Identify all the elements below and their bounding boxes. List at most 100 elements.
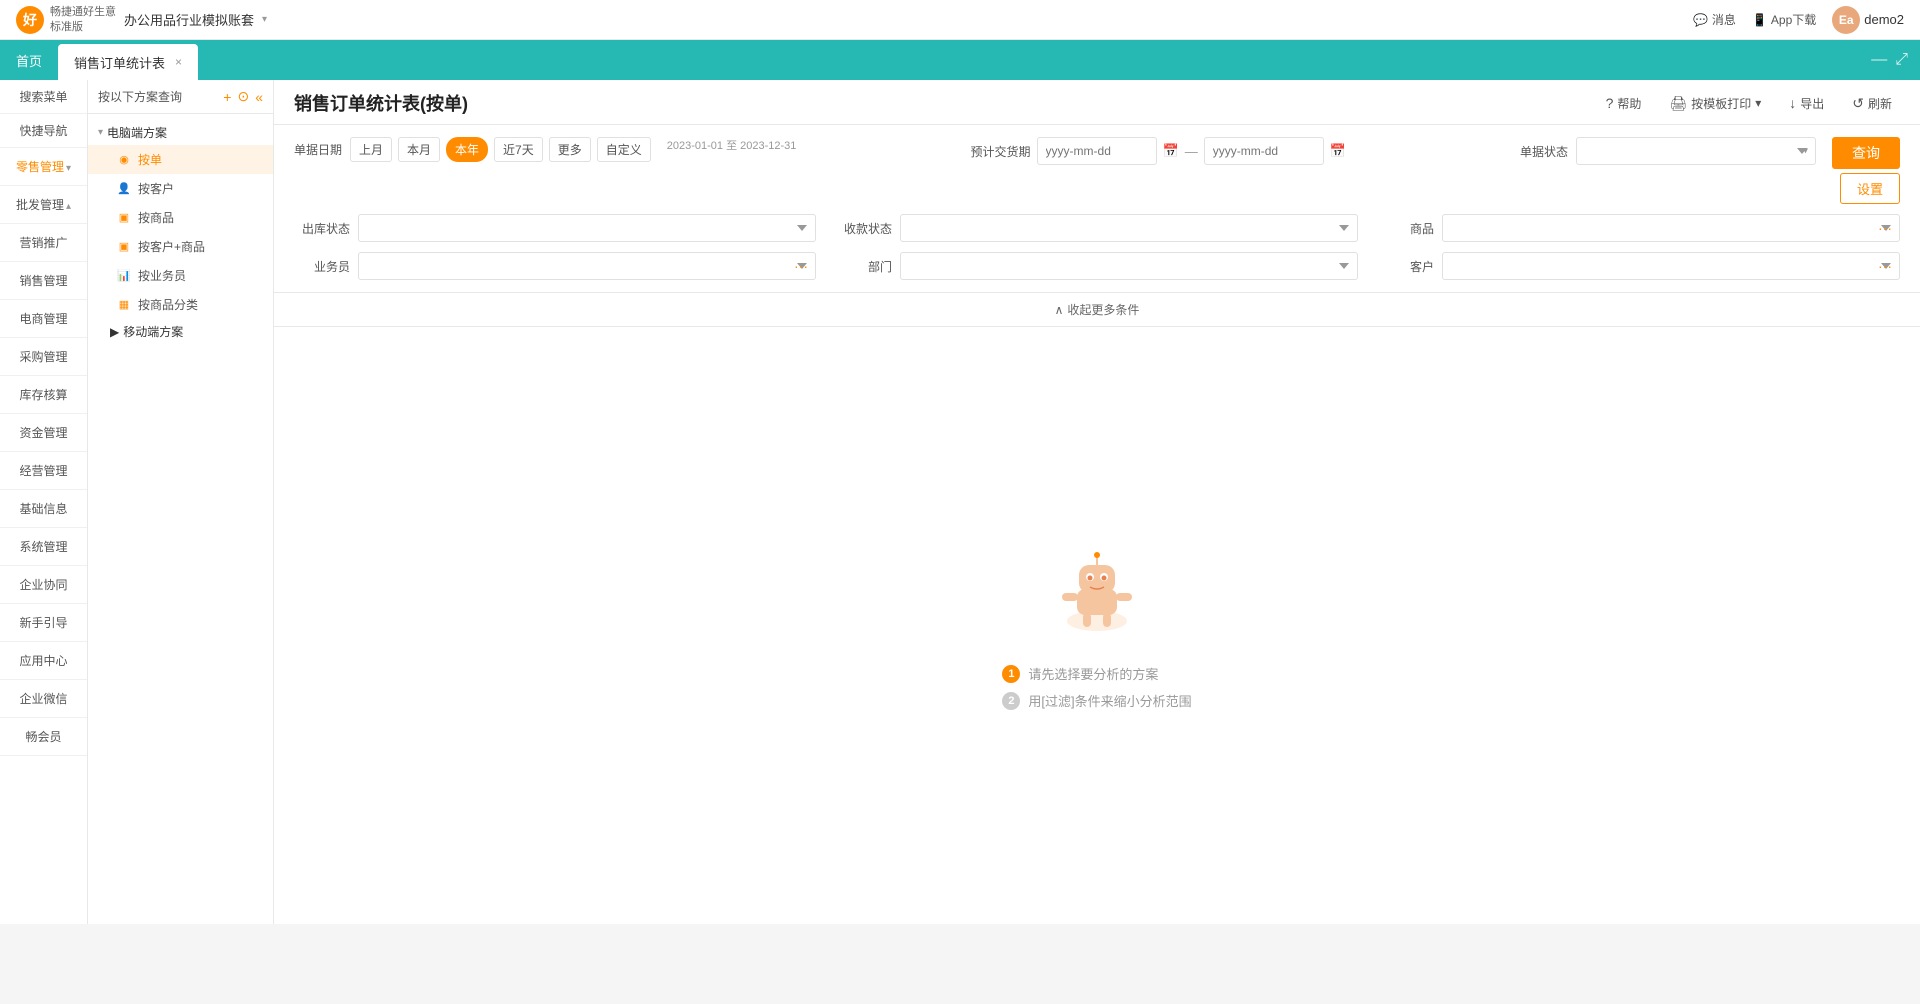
scheme-collapse-btn[interactable]: «: [255, 89, 263, 105]
logo-text: 畅捷通好生意 标准版: [50, 5, 116, 34]
refresh-icon: ↺: [1852, 95, 1864, 112]
sidebar-item-newbie[interactable]: 新手引导: [0, 604, 87, 642]
date-btn-custom[interactable]: 自定义: [597, 137, 651, 162]
empty-illustration: [1047, 541, 1147, 644]
department-select[interactable]: [900, 252, 1358, 280]
date-btn-last7[interactable]: 近7天: [494, 137, 543, 162]
sidebar-item-wholesale[interactable]: 批发管理▴: [0, 186, 87, 224]
date-btn-this-year[interactable]: 本年: [446, 137, 488, 162]
chevron-up-icon: ▴: [66, 201, 71, 212]
top-bar: 好 畅捷通好生意 标准版 办公用品行业模拟账套 ▾ 💬 消息 📱 App下载 E…: [0, 0, 1920, 40]
department-field: 部门: [836, 252, 1358, 280]
minimize-btn[interactable]: —: [1871, 51, 1887, 69]
sidebar-shortcut[interactable]: 快捷导航: [0, 114, 87, 148]
date-btn-last-month[interactable]: 上月: [350, 137, 392, 162]
scheme-edit-btn[interactable]: ⊙: [237, 88, 249, 105]
page-header: 销售订单统计表(按单) ? 帮助 🖨 按模板打印 ▾ ↓: [274, 80, 1920, 125]
salesperson-input[interactable]: [358, 252, 816, 280]
scheme-item-by-order[interactable]: ◉ 按单: [88, 145, 273, 174]
status-label: 单据状态: [1520, 143, 1570, 160]
print-btn[interactable]: 🖨 按模板打印 ▾: [1661, 91, 1769, 116]
sidebar-item-marketing[interactable]: 营销推广: [0, 224, 87, 262]
date-btn-more[interactable]: 更多: [549, 137, 591, 162]
maximize-btn[interactable]: ⤢: [1895, 51, 1908, 69]
sidebar-item-purchase[interactable]: 采购管理: [0, 338, 87, 376]
sidebar-item-inventory[interactable]: 库存核算: [0, 376, 87, 414]
query-btn[interactable]: 查询: [1832, 137, 1900, 169]
sidebar-item-ecommerce[interactable]: 电商管理: [0, 300, 87, 338]
date-btn-this-month[interactable]: 本月: [398, 137, 440, 162]
goods-input[interactable]: [1442, 214, 1900, 242]
scheme-item-by-customer[interactable]: 👤 按客户: [88, 174, 273, 203]
scheme-category-desktop[interactable]: ▾ 电脑端方案: [88, 120, 273, 145]
print-dropdown-icon: ▾: [1755, 96, 1761, 110]
sidebar-item-finance[interactable]: 资金管理: [0, 414, 87, 452]
sidebar-item-appstore[interactable]: 应用中心: [0, 642, 87, 680]
salesperson-ellipsis-icon[interactable]: ···: [794, 258, 808, 274]
message-btn[interactable]: 💬 消息: [1693, 11, 1736, 28]
main-content: 销售订单统计表(按单) ? 帮助 🖨 按模板打印 ▾ ↓: [274, 80, 1920, 924]
sidebar-item-enterprise[interactable]: 企业协同: [0, 566, 87, 604]
sidebar-item-retail[interactable]: 零售管理▾: [0, 148, 87, 186]
tab-sales-order-stats[interactable]: 销售订单统计表 ×: [58, 44, 198, 80]
scheme-category-mobile[interactable]: ▶ 移动端方案: [88, 319, 273, 344]
customer-input[interactable]: [1442, 252, 1900, 280]
expected-date-start[interactable]: [1037, 137, 1157, 165]
sidebar-item-system[interactable]: 系统管理: [0, 528, 87, 566]
tab-close-icon[interactable]: ×: [175, 55, 182, 69]
expected-date-label: 预计交货期: [971, 143, 1031, 160]
page-title-row: 销售订单统计表(按单) ? 帮助 🖨 按模板打印 ▾ ↓: [294, 90, 1900, 124]
export-btn[interactable]: ↓ 导出: [1781, 91, 1832, 116]
date-range-display: 2023-01-01 至 2023-12-31: [667, 137, 797, 153]
expected-date-end[interactable]: [1204, 137, 1324, 165]
sidebar-item-basic[interactable]: 基础信息: [0, 490, 87, 528]
settings-btn[interactable]: 设置: [1840, 173, 1900, 204]
sidebar-item-wechat[interactable]: 企业微信: [0, 680, 87, 718]
filter-area: 单据日期 上月 本月 本年 近7天 更多 自定义 2023-01-01 至 20…: [274, 125, 1920, 293]
logo-area: 好 畅捷通好生意 标准版: [16, 5, 116, 34]
tip-num-1: 1: [1002, 665, 1020, 683]
customer-input-wrap: ···: [1442, 252, 1900, 280]
top-bar-left: 好 畅捷通好生意 标准版 办公用品行业模拟账套 ▾: [16, 5, 267, 34]
receipt-status-select[interactable]: [900, 214, 1358, 242]
refresh-btn[interactable]: ↺ 刷新: [1844, 91, 1900, 116]
date-separator: —: [1185, 144, 1198, 159]
app-title-dropdown-icon[interactable]: ▾: [262, 14, 267, 25]
sidebar-search[interactable]: 搜索菜单: [0, 80, 87, 114]
scheme-add-btn[interactable]: +: [223, 89, 231, 105]
nav-tabs: 首页 销售订单统计表 × — ⤢: [0, 40, 1920, 80]
scheme-item-by-goods[interactable]: ▣ 按商品: [88, 203, 273, 232]
sidebar-item-operations[interactable]: 经营管理: [0, 452, 87, 490]
date-filter-group: 上月 本月 本年 近7天 更多 自定义: [350, 137, 651, 162]
delivery-status-select[interactable]: [358, 214, 816, 242]
app-download-btn[interactable]: 📱 App下载: [1752, 11, 1816, 28]
scheme-item-by-salesperson[interactable]: 📊 按业务员: [88, 261, 273, 290]
page-title: 销售订单统计表(按单): [294, 90, 468, 116]
sidebar-item-sales[interactable]: 销售管理: [0, 262, 87, 300]
sidebar-item-member[interactable]: 畅会员: [0, 718, 87, 756]
collapse-bar[interactable]: ∧ 收起更多条件: [274, 293, 1920, 327]
chevron-down-icon: ▾: [66, 163, 71, 174]
goods-ellipsis-icon[interactable]: ···: [1878, 220, 1892, 236]
collapse-btn[interactable]: ∧ 收起更多条件: [1055, 301, 1140, 318]
calendar-start-icon[interactable]: 📅: [1163, 143, 1179, 159]
user-profile[interactable]: Ea demo2: [1832, 6, 1904, 34]
scheme-item-by-goods-category[interactable]: ▦ 按商品分类: [88, 290, 273, 319]
print-icon: 🖨: [1669, 95, 1687, 112]
expand-icon: ▾: [98, 127, 103, 138]
scheme-header-title: 按以下方案查询: [98, 88, 182, 105]
tab-home[interactable]: 首页: [0, 40, 58, 80]
goods-field: 商品 ···: [1378, 214, 1900, 242]
help-btn[interactable]: ? 帮助: [1598, 91, 1650, 116]
customer-ellipsis-icon[interactable]: ···: [1878, 258, 1892, 274]
logo-icon: 好: [16, 6, 44, 34]
empty-tip-2: 2 用[过滤]条件来缩小分析范围: [1002, 691, 1191, 710]
top-bar-right: 💬 消息 📱 App下载 Ea demo2: [1693, 6, 1904, 34]
category-icon: ▦: [116, 297, 132, 313]
expand-icon-mobile: ▶: [110, 325, 119, 339]
status-select[interactable]: [1576, 137, 1816, 165]
calendar-end-icon[interactable]: 📅: [1330, 143, 1346, 159]
scheme-item-by-customer-goods[interactable]: ▣ 按客户+商品: [88, 232, 273, 261]
help-icon: ?: [1606, 95, 1614, 111]
delivery-status-field: 出库状态: [294, 214, 816, 242]
